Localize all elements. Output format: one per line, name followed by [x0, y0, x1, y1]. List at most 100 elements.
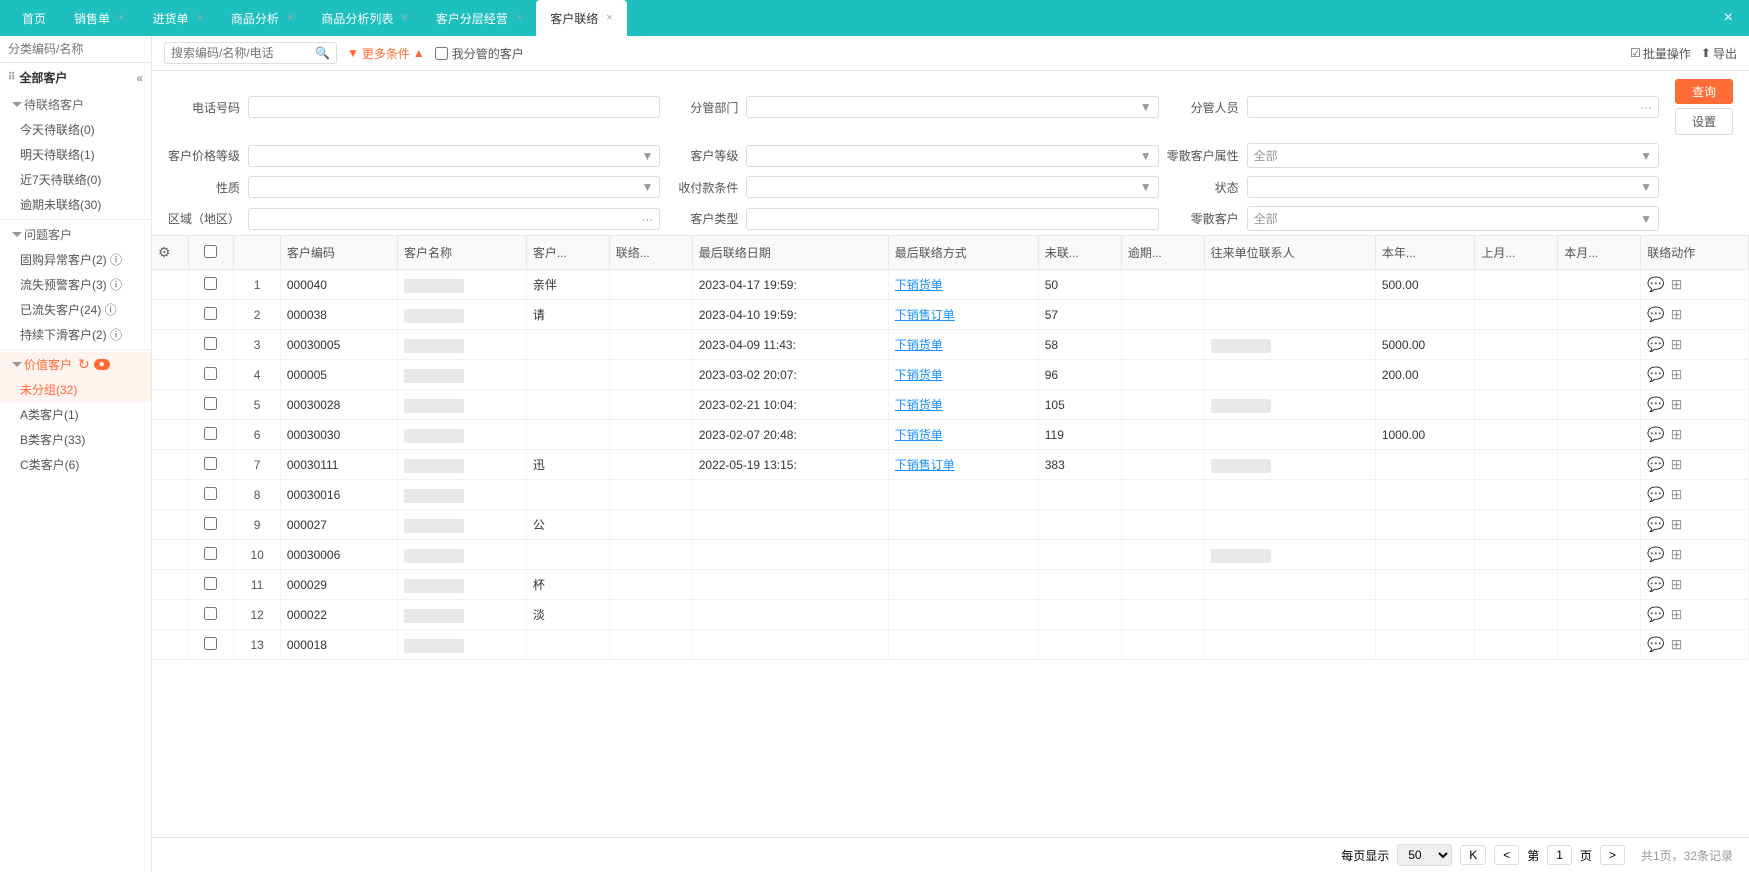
contact-method-link[interactable]: 下销货单 — [895, 428, 943, 442]
grid-icon[interactable]: ⊞ — [1671, 546, 1683, 563]
close-goods-list-tab[interactable]: × — [401, 12, 407, 24]
close-goods-analysis-tab[interactable]: × — [287, 12, 293, 24]
manager-input[interactable]: ··· — [1247, 96, 1659, 118]
row-checkbox[interactable] — [204, 607, 217, 620]
search-icon[interactable]: 🔍 — [315, 46, 330, 60]
row-checkbox[interactable] — [204, 637, 217, 650]
tab-home[interactable]: 首页 — [8, 0, 60, 36]
sidebar-item-churned[interactable]: 已流失客户(24) ⓘ — [0, 297, 151, 322]
last-method-cell[interactable] — [888, 510, 1038, 540]
chat-icon[interactable]: 💬 — [1647, 486, 1664, 503]
contact-col-header[interactable]: 联络... — [609, 236, 692, 270]
row-checkbox[interactable] — [204, 547, 217, 560]
grid-icon[interactable]: ⊞ — [1671, 276, 1683, 293]
last-method-cell[interactable]: 下销售订单 — [888, 300, 1038, 330]
last-method-cell[interactable] — [888, 570, 1038, 600]
row-checkbox[interactable] — [204, 457, 217, 470]
grid-icon[interactable]: ⊞ — [1671, 636, 1683, 653]
chat-icon[interactable]: 💬 — [1647, 606, 1664, 623]
contact-method-link[interactable]: 下销货单 — [895, 398, 943, 412]
export-btn[interactable]: ⬆ 导出 — [1701, 45, 1737, 62]
this-year-col-header[interactable]: 本年... — [1375, 236, 1475, 270]
grid-icon[interactable]: ⊞ — [1671, 606, 1683, 623]
chat-icon[interactable]: 💬 — [1647, 426, 1664, 443]
settings-col-header[interactable]: ⚙ — [152, 236, 188, 270]
checkbox-cell[interactable] — [188, 480, 234, 510]
checkbox-cell[interactable] — [188, 450, 234, 480]
reset-btn[interactable]: 设置 — [1675, 108, 1733, 135]
sidebar-item-class-b[interactable]: B类客户(33) — [0, 427, 151, 452]
cust-type-input[interactable] — [746, 208, 1158, 230]
sidebar-collapse-btn[interactable]: « — [136, 71, 143, 85]
scatter-cust-select[interactable]: 全部▼ — [1247, 206, 1659, 231]
contact-method-link[interactable]: 下销货单 — [895, 278, 943, 292]
row-checkbox[interactable] — [204, 427, 217, 440]
contacts-col-header[interactable]: 往来单位联系人 — [1204, 236, 1375, 270]
sidebar-item-unclassified[interactable]: 未分组(32) — [0, 377, 151, 402]
settings-icon[interactable]: ⚙ — [158, 244, 171, 260]
tab-purchase[interactable]: 进货单 × — [138, 0, 216, 36]
page-size-select[interactable]: 50 100 — [1397, 844, 1452, 866]
overdue-col-header[interactable]: 逾期... — [1121, 236, 1204, 270]
last-method-cell[interactable]: 下销货单 — [888, 420, 1038, 450]
sidebar-item-tomorrow-pending[interactable]: 明天待联络(1) — [0, 142, 151, 167]
row-checkbox[interactable] — [204, 337, 217, 350]
region-dots-btn[interactable]: ··· — [641, 212, 653, 226]
row-checkbox[interactable] — [204, 577, 217, 590]
search-box[interactable]: 🔍 — [164, 42, 337, 64]
sidebar-group-problem[interactable]: 问题客户 — [0, 222, 151, 247]
cust-level-select[interactable]: ▼ — [746, 145, 1158, 167]
sidebar-group-value[interactable]: 价值客户 ↻ ● — [0, 352, 151, 377]
last-date-col-header[interactable]: 最后联络日期 — [692, 236, 888, 270]
last-method-cell[interactable]: 下销货单 — [888, 330, 1038, 360]
manager-text[interactable] — [1254, 100, 1636, 114]
sidebar-item-declining[interactable]: 持续下滑客户(2) ⓘ — [0, 322, 151, 347]
chat-icon[interactable]: 💬 — [1647, 336, 1664, 353]
checkbox-cell[interactable] — [188, 510, 234, 540]
sidebar-item-overdue-pending[interactable]: 逾期未联络(30) — [0, 192, 151, 217]
chat-icon[interactable]: 💬 — [1647, 306, 1664, 323]
sidebar-item-churn-warning[interactable]: 流失预警客户(3) ⓘ — [0, 272, 151, 297]
phone-input[interactable] — [248, 96, 660, 118]
contact-method-link[interactable]: 下销货单 — [895, 338, 943, 352]
payment-select[interactable]: ▼ — [746, 176, 1158, 198]
manager-dots-btn[interactable]: ··· — [1640, 100, 1652, 114]
sidebar-group-pending[interactable]: 待联络客户 — [0, 92, 151, 117]
dept-select[interactable]: ▼ — [746, 96, 1158, 118]
grid-icon[interactable]: ⊞ — [1671, 306, 1683, 323]
last-method-cell[interactable] — [888, 480, 1038, 510]
checkbox-cell[interactable] — [188, 330, 234, 360]
sidebar-item-class-a[interactable]: A类客户(1) — [0, 402, 151, 427]
checkbox-cell[interactable] — [188, 630, 234, 660]
nature-select[interactable]: ▼ — [248, 176, 660, 198]
checkbox-cell[interactable] — [188, 540, 234, 570]
scatter-attr-select[interactable]: 全部▼ — [1247, 143, 1659, 168]
grid-icon[interactable]: ⊞ — [1671, 426, 1683, 443]
my-customers-check[interactable] — [435, 47, 448, 60]
grid-icon[interactable]: ⊞ — [1671, 516, 1683, 533]
batch-operation-btn[interactable]: ☑ 批量操作 — [1630, 45, 1691, 62]
tab-goods-list[interactable]: 商品分析列表 × — [307, 0, 421, 36]
price-level-select[interactable]: ▼ — [248, 145, 660, 167]
row-checkbox[interactable] — [204, 517, 217, 530]
tab-customer-contact[interactable]: 客户联络 × — [536, 0, 626, 36]
prev-page-btn[interactable]: < — [1494, 845, 1519, 865]
chat-icon[interactable]: 💬 — [1647, 636, 1664, 653]
chat-icon[interactable]: 💬 — [1647, 456, 1664, 473]
code-col-header[interactable]: 客户编码 — [280, 236, 397, 270]
select-all-checkbox[interactable] — [204, 245, 217, 258]
chat-icon[interactable]: 💬 — [1647, 516, 1664, 533]
last-method-cell[interactable]: 下销货单 — [888, 390, 1038, 420]
close-purchase-tab[interactable]: × — [196, 12, 202, 24]
chat-icon[interactable]: 💬 — [1647, 576, 1664, 593]
last-method-cell[interactable] — [888, 540, 1038, 570]
chat-icon[interactable]: 💬 — [1647, 396, 1664, 413]
sidebar-item-today-pending[interactable]: 今天待联络(0) — [0, 117, 151, 142]
first-page-btn[interactable]: K — [1460, 845, 1486, 865]
grid-icon[interactable]: ⊞ — [1671, 486, 1683, 503]
grid-icon[interactable]: ⊞ — [1671, 456, 1683, 473]
this-month-col-header[interactable]: 本月... — [1558, 236, 1641, 270]
row-checkbox[interactable] — [204, 277, 217, 290]
checkbox-cell[interactable] — [188, 360, 234, 390]
sidebar-search-input[interactable] — [8, 42, 152, 56]
